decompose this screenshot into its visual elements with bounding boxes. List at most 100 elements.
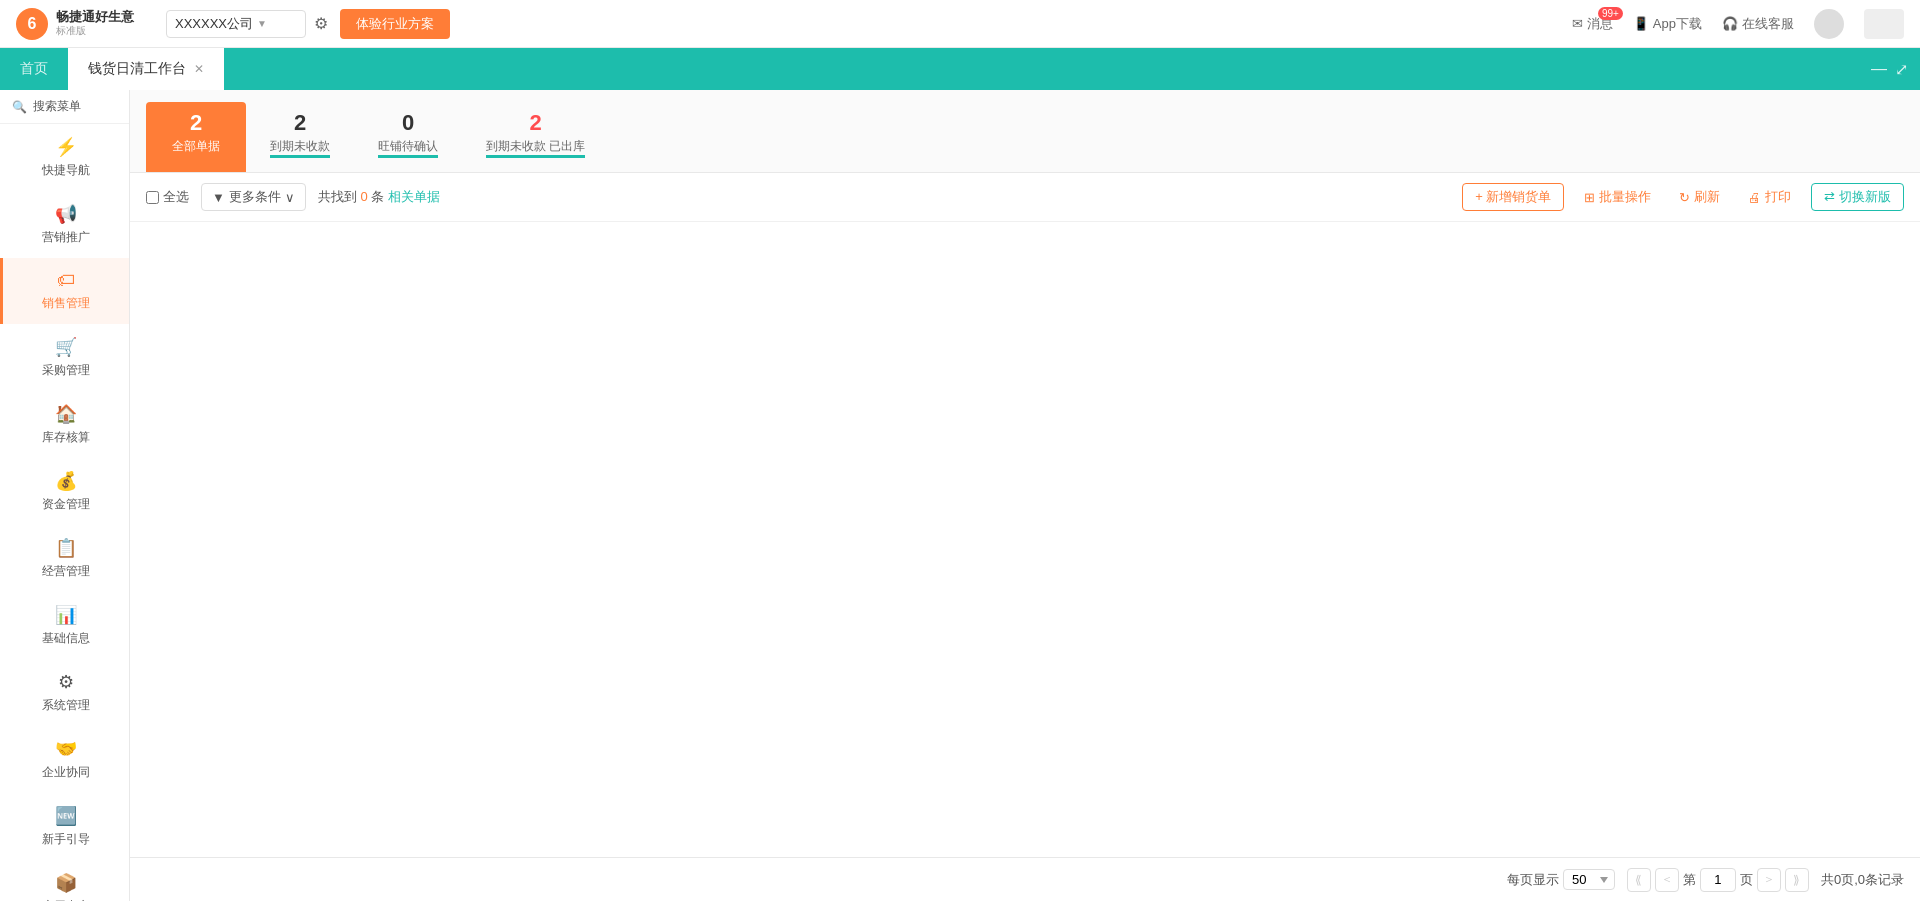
tab-cashflow[interactable]: 钱货日清工作台 ✕ bbox=[68, 48, 224, 90]
more-conditions-btn[interactable]: ▼ 更多条件 ∨ bbox=[201, 183, 306, 211]
tab-close-icon[interactable]: ✕ bbox=[194, 62, 204, 76]
select-all-checkbox[interactable] bbox=[146, 191, 159, 204]
switch-icon: ⇄ bbox=[1824, 189, 1839, 204]
per-page-label: 每页显示 bbox=[1507, 871, 1559, 889]
stat-label-pending: 旺铺待确认 bbox=[378, 138, 438, 155]
batch-label: 批量操作 bbox=[1599, 188, 1651, 206]
online-service-label: 在线客服 bbox=[1742, 15, 1794, 33]
found-prefix: 共找到 bbox=[318, 189, 357, 204]
brand-name: 畅捷通好生意 bbox=[56, 9, 134, 25]
content-inner: 2 全部单据 2 到期未收款 0 旺铺待确认 2 到期未收款 已出库 bbox=[130, 90, 1920, 901]
finance-icon: 💰 bbox=[55, 470, 77, 492]
system-icon: ⚙ bbox=[58, 671, 74, 693]
sidebar-item-finance[interactable]: 💰 资金管理 bbox=[0, 458, 129, 525]
page-next-btn[interactable]: ＞ bbox=[1757, 868, 1781, 892]
company-selector[interactable]: XXXXXX公司 ▼ bbox=[166, 10, 306, 38]
found-count-num: 0 bbox=[361, 189, 368, 204]
operations-icon: 📋 bbox=[55, 537, 77, 559]
toolbar: 全选 ▼ 更多条件 ∨ 共找到 0 条 相关单据 + 新增销货单 bbox=[130, 173, 1920, 222]
sidebar-search-btn[interactable]: 🔍 搜索菜单 bbox=[0, 90, 129, 124]
app-center-icon: 📦 bbox=[55, 872, 77, 894]
company-name: XXXXXX公司 bbox=[175, 15, 253, 33]
page-last-btn[interactable]: ⟫ bbox=[1785, 868, 1809, 892]
sidebar-label-finance: 资金管理 bbox=[42, 496, 90, 513]
print-btn[interactable]: 🖨 打印 bbox=[1740, 184, 1799, 210]
service-icon: 🎧 bbox=[1722, 16, 1738, 31]
sidebar-label-quick-nav: 快捷导航 bbox=[42, 162, 90, 179]
total-info: 共0页,0条记录 bbox=[1821, 871, 1904, 889]
tab-home[interactable]: 首页 bbox=[0, 48, 68, 90]
stat-num-overdue-out: 2 bbox=[530, 110, 542, 136]
select-all-label[interactable]: 全选 bbox=[146, 188, 189, 206]
stat-tab-overdue[interactable]: 2 到期未收款 bbox=[246, 102, 354, 172]
stat-num-pending: 0 bbox=[402, 110, 414, 136]
sidebar-item-base-info[interactable]: 📊 基础信息 bbox=[0, 592, 129, 659]
switch-label: 切换新版 bbox=[1839, 189, 1891, 204]
sidebar-label-inventory: 库存核算 bbox=[42, 429, 90, 446]
purchase-icon: 🛒 bbox=[55, 336, 77, 358]
batch-btn[interactable]: ⊞ 批量操作 bbox=[1576, 184, 1659, 210]
found-unit: 条 bbox=[371, 189, 384, 204]
message-btn[interactable]: ✉ 消息 99+ bbox=[1572, 15, 1613, 33]
page-input[interactable] bbox=[1700, 868, 1736, 892]
sidebar-label-guide: 新手引导 bbox=[42, 831, 90, 848]
page-first-btn[interactable]: ⟪ bbox=[1627, 868, 1651, 892]
base-info-icon: 📊 bbox=[55, 604, 77, 626]
per-page-selector: 每页显示 50 100 200 bbox=[1507, 869, 1615, 890]
found-count-text: 共找到 0 条 相关单据 bbox=[318, 188, 440, 206]
app-logo-icon: 6 bbox=[16, 8, 48, 40]
toolbar-left: 全选 ▼ 更多条件 ∨ 共找到 0 条 相关单据 bbox=[146, 183, 1450, 211]
sidebar-item-inventory[interactable]: 🏠 库存核算 bbox=[0, 391, 129, 458]
sidebar-label-purchase: 采购管理 bbox=[42, 362, 90, 379]
page-prev-btn[interactable]: ＜ bbox=[1655, 868, 1679, 892]
sidebar-item-operations[interactable]: 📋 经营管理 bbox=[0, 525, 129, 592]
sidebar-item-marketing[interactable]: 📢 营销推广 bbox=[0, 191, 129, 258]
sidebar-item-system[interactable]: ⚙ 系统管理 bbox=[0, 659, 129, 726]
related-orders-link[interactable]: 相关单据 bbox=[388, 189, 440, 204]
logo-text: 畅捷通好生意 标准版 bbox=[56, 9, 134, 39]
sidebar-item-cooperation[interactable]: 🤝 企业协同 bbox=[0, 726, 129, 793]
stat-label-overdue: 到期未收款 bbox=[270, 138, 330, 155]
tab-underline-overdue-out bbox=[486, 155, 585, 158]
stat-num-all: 2 bbox=[190, 110, 202, 136]
marketing-icon: 📢 bbox=[55, 203, 77, 225]
sidebar-item-purchase[interactable]: 🛒 采购管理 bbox=[0, 324, 129, 391]
batch-icon: ⊞ bbox=[1584, 190, 1595, 205]
sales-icon: 🏷 bbox=[57, 270, 75, 291]
online-service-btn[interactable]: 🎧 在线客服 bbox=[1722, 15, 1794, 33]
add-sales-btn[interactable]: + 新增销货单 bbox=[1462, 183, 1564, 211]
sidebar-search-label: 搜索菜单 bbox=[33, 98, 81, 115]
message-icon: ✉ bbox=[1572, 16, 1583, 31]
content-area: 2 全部单据 2 到期未收款 0 旺铺待确认 2 到期未收款 已出库 bbox=[130, 90, 1920, 901]
main-layout: 🔍 搜索菜单 ⚡ 快捷导航 📢 营销推广 🏷 销售管理 🛒 采购管理 🏠 库存核… bbox=[0, 90, 1920, 901]
settings-icon[interactable]: ⚙ bbox=[314, 14, 328, 33]
tab-underline-overdue bbox=[270, 155, 330, 158]
stat-tab-overdue-out[interactable]: 2 到期未收款 已出库 bbox=[462, 102, 609, 172]
sidebar-item-sales[interactable]: 🏷 销售管理 bbox=[0, 258, 129, 324]
table-empty-area bbox=[130, 222, 1920, 857]
sidebar-label-cooperation: 企业协同 bbox=[42, 764, 90, 781]
print-icon: 🖨 bbox=[1748, 190, 1761, 205]
stat-tab-all[interactable]: 2 全部单据 bbox=[146, 102, 246, 172]
user-menu[interactable] bbox=[1864, 9, 1904, 39]
tab-underline-pending bbox=[378, 155, 438, 158]
refresh-btn[interactable]: ↻ 刷新 bbox=[1671, 184, 1728, 210]
tab-maximize-icon[interactable]: ⤢ bbox=[1895, 60, 1908, 79]
search-icon: 🔍 bbox=[12, 100, 27, 114]
stat-label-overdue-out: 到期未收款 已出库 bbox=[486, 138, 585, 155]
pagination-controls: ⟪ ＜ 第 页 ＞ ⟫ bbox=[1627, 868, 1809, 892]
experience-btn[interactable]: 体验行业方案 bbox=[340, 9, 450, 39]
page-label: 第 bbox=[1683, 871, 1696, 889]
sidebar-item-quick-nav[interactable]: ⚡ 快捷导航 bbox=[0, 124, 129, 191]
refresh-label: 刷新 bbox=[1694, 188, 1720, 206]
sidebar-item-app-center[interactable]: 📦 应用中心 bbox=[0, 860, 129, 901]
stat-tab-pending[interactable]: 0 旺铺待确认 bbox=[354, 102, 462, 172]
app-download-btn[interactable]: 📱 App下载 bbox=[1633, 15, 1702, 33]
tab-minimize-icon[interactable]: — bbox=[1871, 60, 1887, 79]
inventory-icon: 🏠 bbox=[55, 403, 77, 425]
avatar[interactable] bbox=[1814, 9, 1844, 39]
per-page-select[interactable]: 50 100 200 bbox=[1563, 869, 1615, 890]
sidebar-item-guide[interactable]: 🆕 新手引导 bbox=[0, 793, 129, 860]
switch-version-btn[interactable]: ⇄ 切换新版 bbox=[1811, 183, 1904, 211]
toolbar-right: + 新增销货单 ⊞ 批量操作 ↻ 刷新 🖨 打印 ⇄ bbox=[1462, 183, 1904, 211]
